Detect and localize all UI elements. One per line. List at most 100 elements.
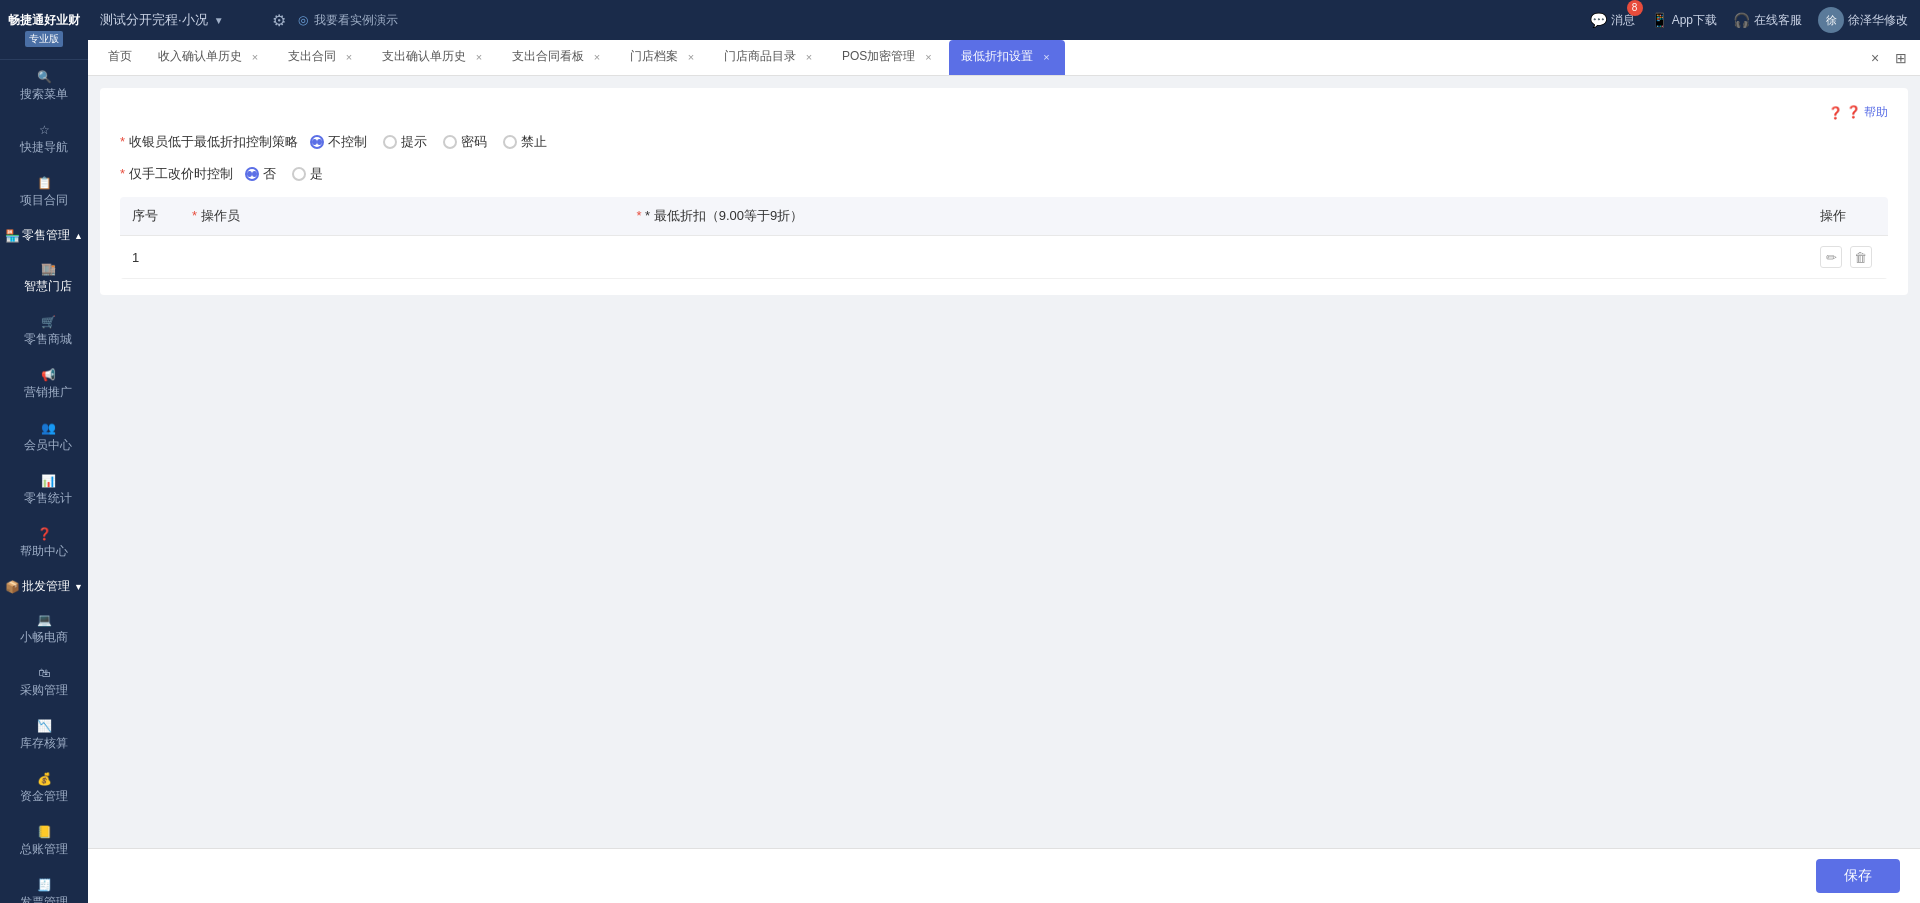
tab-min-discount[interactable]: 最低折扣设置 × bbox=[949, 40, 1065, 75]
project-selector[interactable]: 测试分开完程·小况 ▼ bbox=[100, 11, 260, 29]
tab-store-file[interactable]: 门店档案 × bbox=[618, 40, 710, 75]
sidebar-item-ecommerce[interactable]: 💻 小畅电商 bbox=[0, 603, 88, 656]
discount-table: 序号 操作员 * 最低折扣（9.00等于9折） 操作 1 ✏ bbox=[120, 197, 1888, 279]
radio-label: 否 bbox=[263, 165, 276, 183]
sidebar-item-ledger[interactable]: 📒 总账管理 bbox=[0, 815, 88, 868]
tab-expand-button[interactable]: ⊞ bbox=[1890, 47, 1912, 69]
help-icon: ❓ bbox=[37, 527, 52, 541]
manual-control-row: 仅手工改价时控制 否 是 bbox=[120, 165, 1888, 183]
sidebar-item-marketing[interactable]: 📢 营销推广 bbox=[0, 358, 88, 411]
sidebar-item-smart-store[interactable]: 🏬 智慧门店 bbox=[0, 252, 88, 305]
online-service-action[interactable]: 🎧 在线客服 bbox=[1733, 12, 1802, 29]
sidebar-item-retail-mgmt[interactable]: 🏪 零售管理 ▲ bbox=[0, 219, 88, 252]
sidebar-item-retail-mall[interactable]: 🛒 零售商城 bbox=[0, 305, 88, 358]
message-icon: 💬 bbox=[1590, 12, 1607, 28]
sidebar-item-batch-mgmt[interactable]: 📦 批发管理 ▼ bbox=[0, 570, 88, 603]
help-link[interactable]: ❓ ❓ 帮助 bbox=[1828, 104, 1888, 121]
tab-pos-password[interactable]: POS加密管理 × bbox=[830, 40, 947, 75]
tab-pay-confirm-history[interactable]: 支出确认单历史 × bbox=[370, 40, 498, 75]
discount-policy-label: 收银员低于最低折扣控制策略 bbox=[120, 133, 298, 151]
settings-card: ❓ ❓ 帮助 收银员低于最低折扣控制策略 不控制 提示 bbox=[100, 88, 1908, 295]
manual-control-radio-group: 否 是 bbox=[245, 165, 323, 183]
headset-icon: 🎧 bbox=[1733, 12, 1750, 28]
radio-forbid[interactable]: 禁止 bbox=[503, 133, 547, 151]
radio-label: 是 bbox=[310, 165, 323, 183]
help-label: ❓ 帮助 bbox=[1846, 104, 1888, 121]
col-header-action: 操作 bbox=[1808, 197, 1888, 236]
question-icon: ❓ bbox=[1828, 106, 1843, 120]
radio-circle bbox=[383, 135, 397, 149]
radio-circle bbox=[443, 135, 457, 149]
sidebar-item-label: 智慧门店 bbox=[12, 278, 84, 295]
online-service-label: 在线客服 bbox=[1754, 12, 1802, 29]
radio-label: 禁止 bbox=[521, 133, 547, 151]
tab-pay-contract[interactable]: 支出合同 × bbox=[276, 40, 368, 75]
demo-link[interactable]: ◎ 我要看实例演示 bbox=[298, 12, 398, 29]
main-area: 测试分开完程·小况 ▼ ⚙ ◎ 我要看实例演示 💬 消息 8 📱 App下载 🎧… bbox=[88, 0, 1920, 903]
radio-yes[interactable]: 是 bbox=[292, 165, 323, 183]
capital-icon: 💰 bbox=[37, 772, 52, 786]
sidebar-item-invoice[interactable]: 🧾 发票管理 bbox=[0, 868, 88, 903]
app-name: 畅捷通好业财 bbox=[8, 12, 80, 29]
app-download-action[interactable]: 📱 App下载 bbox=[1651, 12, 1717, 29]
tab-close-icon[interactable]: × bbox=[342, 50, 356, 64]
tab-close-icon[interactable]: × bbox=[802, 50, 816, 64]
tab-store-goods[interactable]: 门店商品目录 × bbox=[712, 40, 828, 75]
tab-close-active-icon[interactable]: × bbox=[1039, 50, 1053, 64]
stats-icon: 📊 bbox=[41, 474, 56, 488]
radio-no-control[interactable]: 不控制 bbox=[310, 133, 367, 151]
settings-button[interactable]: ⚙ bbox=[272, 11, 286, 30]
tab-label: POS加密管理 bbox=[842, 48, 915, 65]
tab-pay-contract-board[interactable]: 支出合同看板 × bbox=[500, 40, 616, 75]
sidebar-item-retail-stats[interactable]: 📊 零售统计 bbox=[0, 464, 88, 517]
project-name: 测试分开完程·小况 bbox=[100, 11, 208, 29]
tab-home[interactable]: 首页 bbox=[96, 40, 144, 75]
sidebar-item-project-contract[interactable]: 📋 项目合同 bbox=[0, 166, 88, 219]
cell-operator bbox=[180, 236, 624, 279]
tab-close-all-button[interactable]: × bbox=[1864, 47, 1886, 69]
tab-close-icon[interactable]: × bbox=[472, 50, 486, 64]
discount-policy-row: 收银员低于最低折扣控制策略 不控制 提示 密码 bbox=[120, 133, 1888, 151]
tabbar-actions: × ⊞ bbox=[1864, 47, 1912, 69]
sidebar-item-search[interactable]: 🔍 搜索菜单 bbox=[0, 60, 88, 113]
star-icon: ☆ bbox=[39, 123, 50, 137]
message-action[interactable]: 💬 消息 8 bbox=[1590, 12, 1635, 29]
sidebar-item-capital-mgmt[interactable]: 💰 资金管理 bbox=[0, 762, 88, 815]
sidebar-item-member-center[interactable]: 👥 会员中心 bbox=[0, 411, 88, 464]
delete-row-button[interactable]: 🗑 bbox=[1850, 246, 1872, 268]
save-button[interactable]: 保存 bbox=[1816, 859, 1900, 893]
cell-seq: 1 bbox=[120, 236, 180, 279]
radio-no[interactable]: 否 bbox=[245, 165, 276, 183]
radio-circle-checked bbox=[310, 135, 324, 149]
tab-label: 收入确认单历史 bbox=[158, 48, 242, 65]
tab-close-icon[interactable]: × bbox=[590, 50, 604, 64]
ecommerce-icon: 💻 bbox=[37, 613, 52, 627]
manual-control-label: 仅手工改价时控制 bbox=[120, 165, 233, 183]
sidebar-item-label: 营销推广 bbox=[12, 384, 84, 401]
sidebar-item-label: 库存核算 bbox=[4, 735, 84, 752]
sidebar-item-label: 资金管理 bbox=[4, 788, 84, 805]
retail-icon: 🏪 bbox=[5, 229, 20, 243]
table: 序号 操作员 * 最低折扣（9.00等于9折） 操作 1 ✏ bbox=[120, 197, 1888, 279]
phone-icon: 📱 bbox=[1651, 12, 1668, 28]
radio-label: 不控制 bbox=[328, 133, 367, 151]
tab-close-icon[interactable]: × bbox=[684, 50, 698, 64]
tab-close-icon[interactable]: × bbox=[921, 50, 935, 64]
sidebar-item-label: 帮助中心 bbox=[4, 543, 84, 560]
tab-close-icon[interactable]: × bbox=[248, 50, 262, 64]
message-badge: 8 bbox=[1627, 0, 1643, 16]
col-header-discount: * 最低折扣（9.00等于9折） bbox=[624, 197, 1808, 236]
sidebar-item-purchase-mgmt[interactable]: 🛍 采购管理 bbox=[0, 656, 88, 709]
chevron-down-icon: ▼ bbox=[214, 15, 224, 26]
radio-remind[interactable]: 提示 bbox=[383, 133, 427, 151]
bottom-bar: 保存 bbox=[88, 848, 1920, 903]
radio-password[interactable]: 密码 bbox=[443, 133, 487, 151]
sidebar-item-help-center[interactable]: ❓ 帮助中心 bbox=[0, 517, 88, 570]
tab-label: 门店商品目录 bbox=[724, 48, 796, 65]
sidebar-item-inventory[interactable]: 📉 库存核算 bbox=[0, 709, 88, 762]
ledger-icon: 📒 bbox=[37, 825, 52, 839]
edit-row-button[interactable]: ✏ bbox=[1820, 246, 1842, 268]
sidebar-item-quick-nav[interactable]: ☆ 快捷导航 bbox=[0, 113, 88, 166]
tab-income-history[interactable]: 收入确认单历史 × bbox=[146, 40, 274, 75]
user-action[interactable]: 徐 徐泽华修改 bbox=[1818, 7, 1908, 33]
